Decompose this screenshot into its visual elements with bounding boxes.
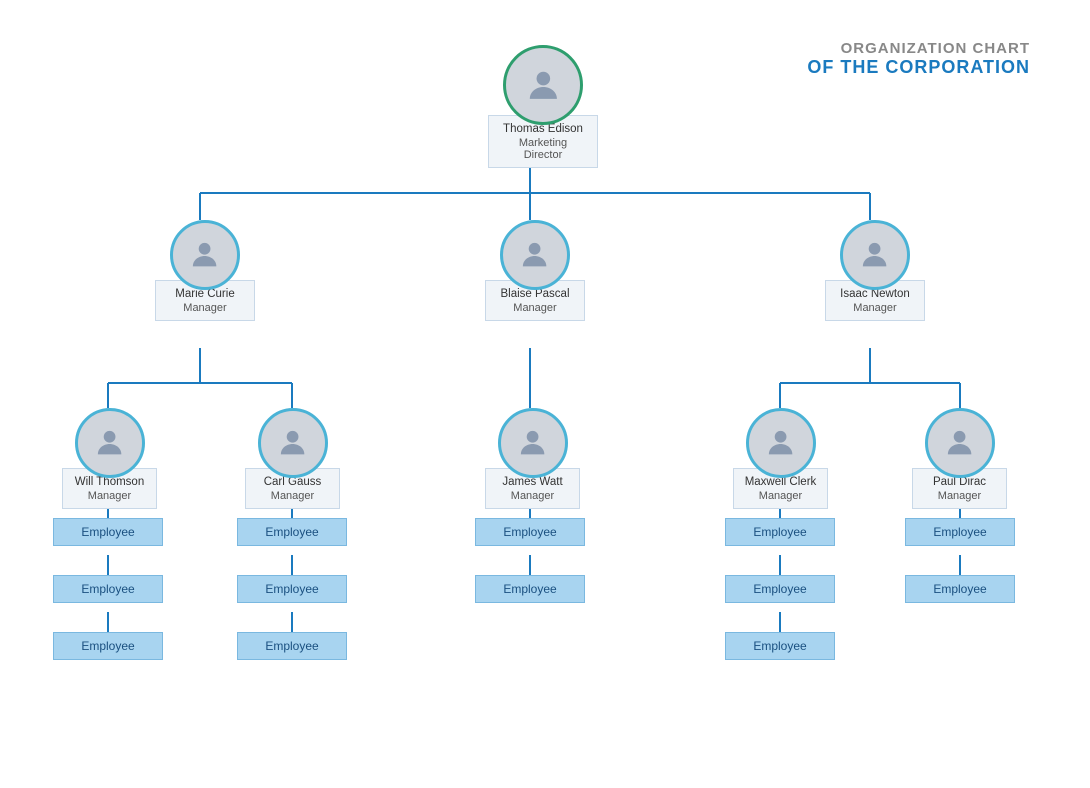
avatar-james-watt xyxy=(498,408,568,478)
avatar-carl-gauss xyxy=(258,408,328,478)
node-maxwell-clerk: Maxwell Clerk Manager xyxy=(733,408,828,509)
emp-maxwell-1: Employee xyxy=(725,518,835,546)
role-carl-gauss: Manager xyxy=(256,490,329,502)
emp-carl-2: Employee xyxy=(237,575,347,603)
avatar-paul-dirac xyxy=(925,408,995,478)
emp-maxwell-3: Employee xyxy=(725,632,835,660)
node-paul-dirac: Paul Dirac Manager xyxy=(912,408,1007,509)
role-marie-curie: Manager xyxy=(166,302,244,314)
role-will-thomson: Manager xyxy=(73,490,146,502)
avatar-marie-curie xyxy=(170,220,240,290)
emp-paul-1: Employee xyxy=(905,518,1015,546)
avatar-isaac-newton xyxy=(840,220,910,290)
emp-james-2: Employee xyxy=(475,575,585,603)
avatar-maxwell-clerk xyxy=(746,408,816,478)
role-maxwell-clerk: Manager xyxy=(744,490,817,502)
role-thomas-edison: Marketing Director xyxy=(499,137,587,161)
role-isaac-newton: Manager xyxy=(836,302,914,314)
node-carl-gauss: Carl Gauss Manager xyxy=(245,408,340,509)
avatar-will-thomson xyxy=(75,408,145,478)
emp-will-2: Employee xyxy=(53,575,163,603)
node-thomas-edison: Thomas Edison Marketing Director xyxy=(488,45,598,168)
role-blaise-pascal: Manager xyxy=(496,302,574,314)
node-isaac-newton: Isaac Newton Manager xyxy=(825,220,925,321)
emp-james-1: Employee xyxy=(475,518,585,546)
emp-maxwell-2: Employee xyxy=(725,575,835,603)
role-james-watt: Manager xyxy=(496,490,569,502)
emp-carl-3: Employee xyxy=(237,632,347,660)
node-marie-curie: Marie Curie Manager xyxy=(155,220,255,321)
node-will-thomson: Will Thomson Manager xyxy=(62,408,157,509)
emp-will-3: Employee xyxy=(53,632,163,660)
emp-will-1: Employee xyxy=(53,518,163,546)
role-paul-dirac: Manager xyxy=(923,490,996,502)
emp-carl-1: Employee xyxy=(237,518,347,546)
node-james-watt: James Watt Manager xyxy=(485,408,580,509)
org-chart: Thomas Edison Marketing Director Marie C… xyxy=(0,0,1090,788)
avatar-thomas-edison xyxy=(503,45,583,125)
emp-paul-2: Employee xyxy=(905,575,1015,603)
avatar-blaise-pascal xyxy=(500,220,570,290)
node-blaise-pascal: Blaise Pascal Manager xyxy=(485,220,585,321)
